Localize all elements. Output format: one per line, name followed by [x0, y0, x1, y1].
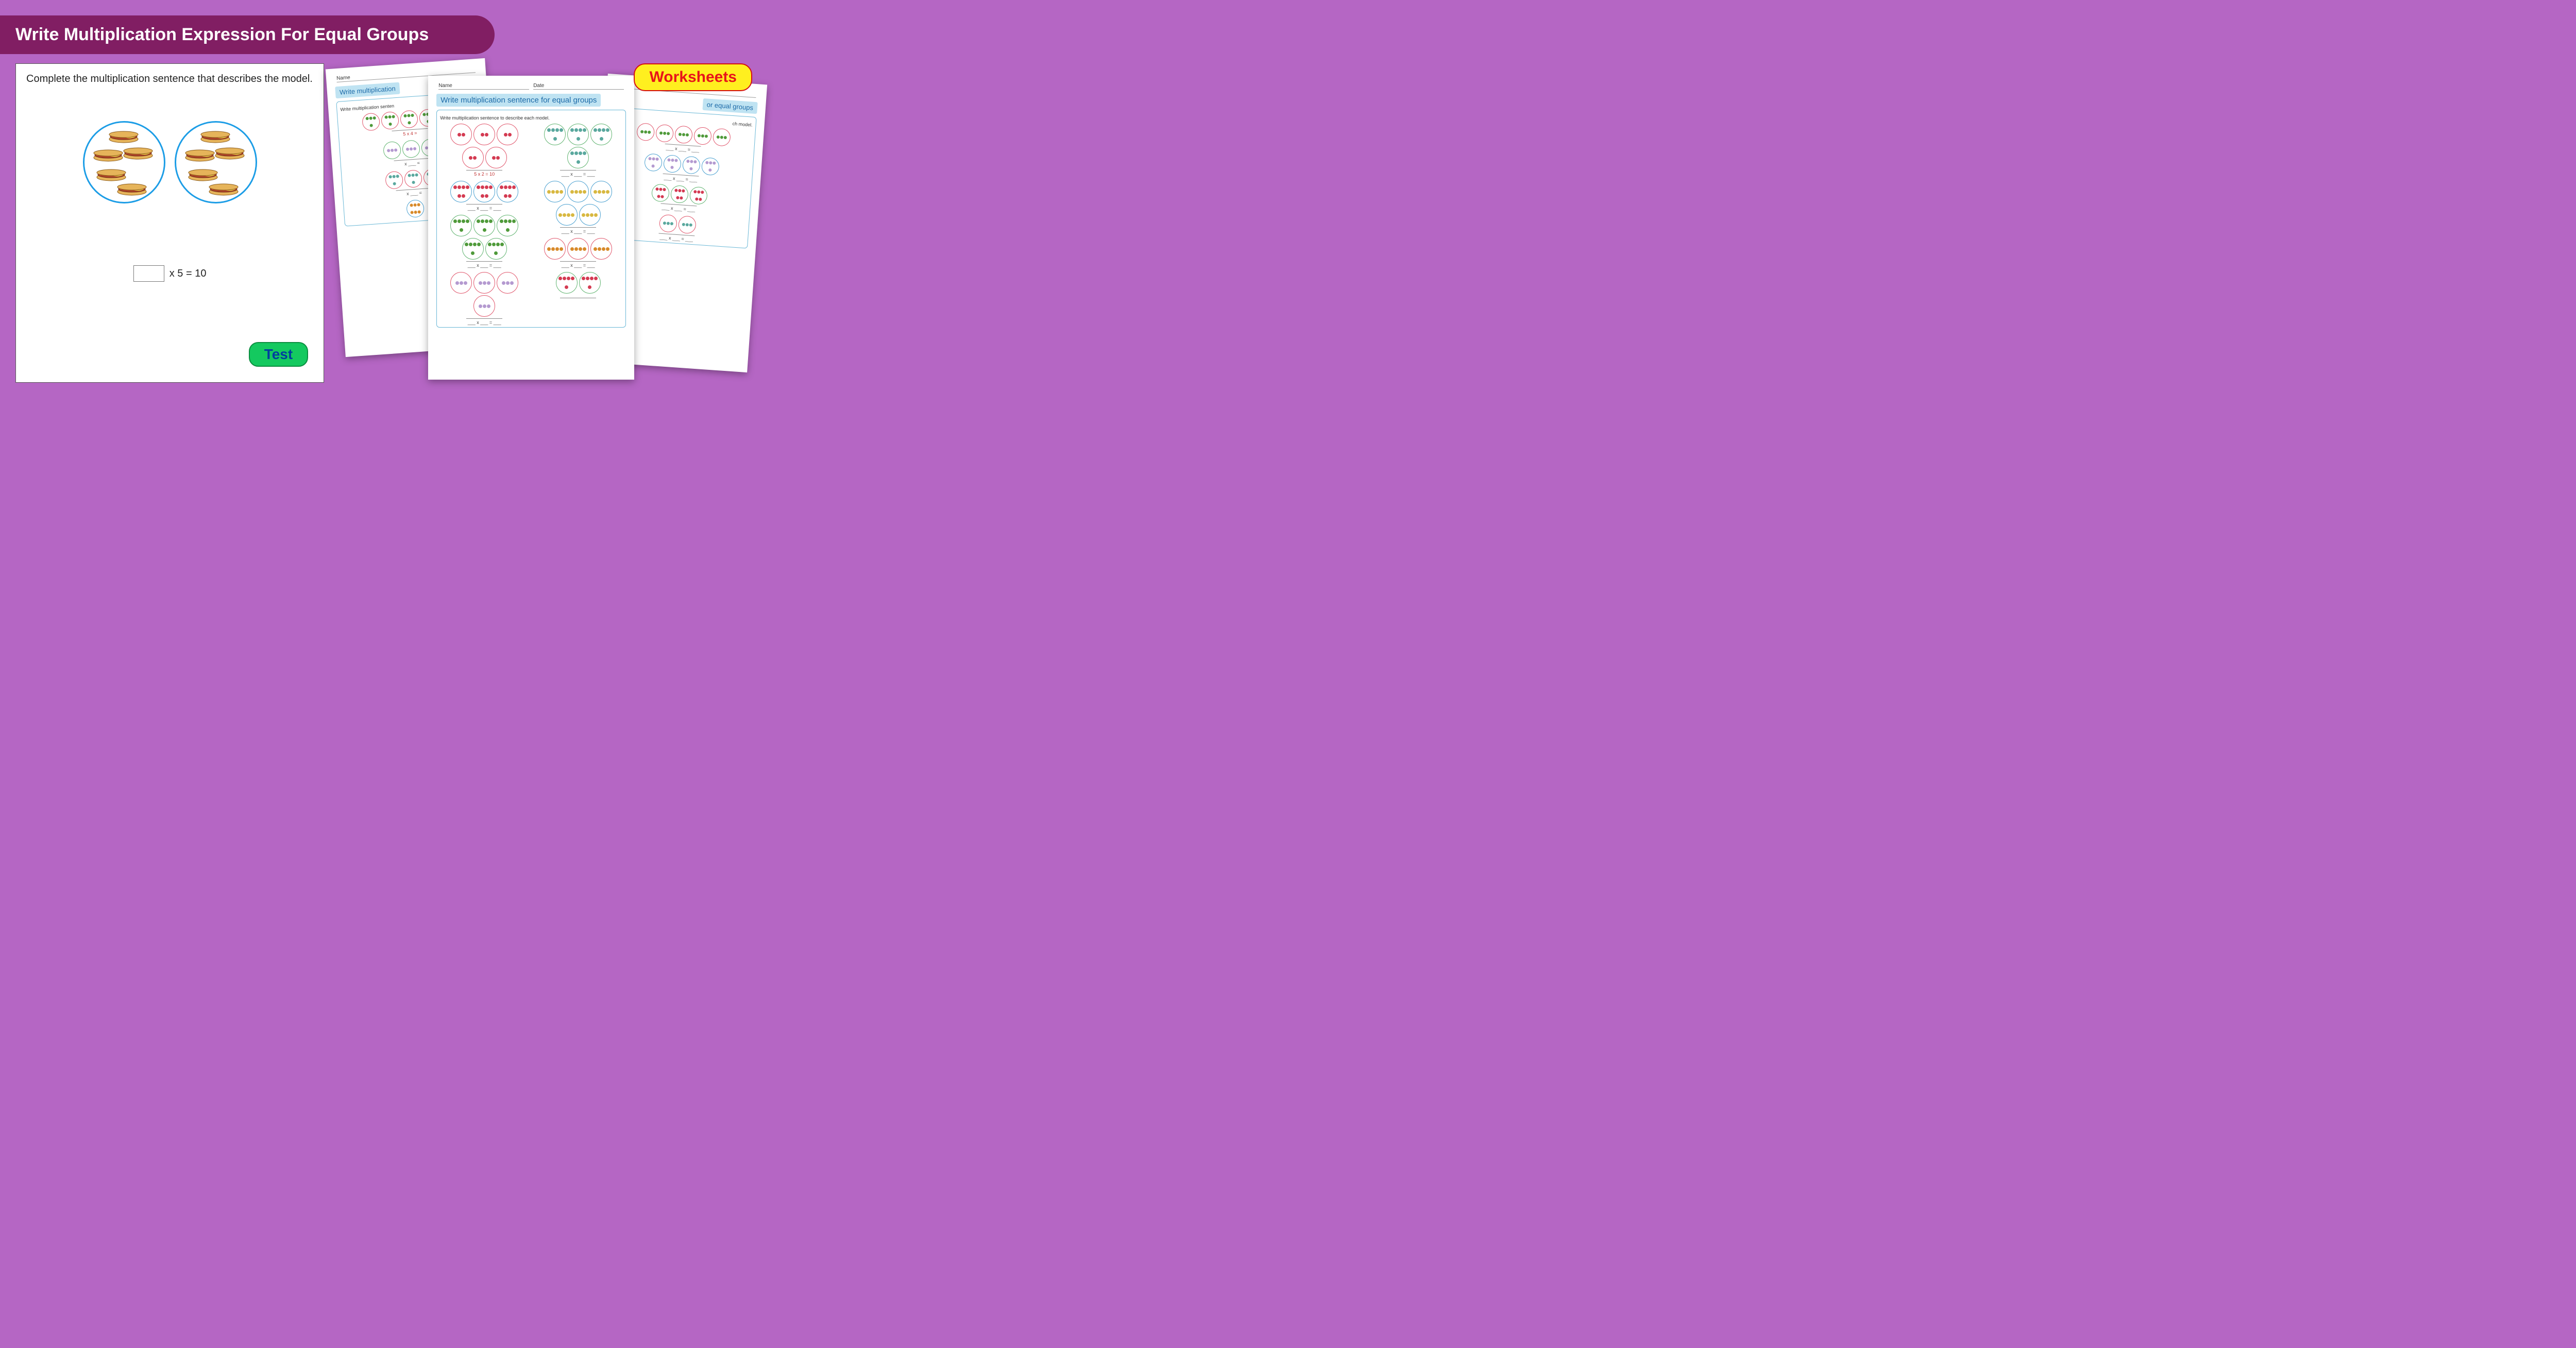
worksheet-problem: ___ x ___ = ___: [440, 181, 529, 211]
answer-line: ___ x ___ = ___: [660, 203, 697, 213]
answer-line: ___ x ___ = ___: [665, 144, 701, 153]
name-field: Name: [438, 83, 529, 90]
answer-line: ___ x ___ = ___: [466, 261, 502, 268]
hotdog-icon: [207, 182, 240, 196]
worksheets-button[interactable]: Worksheets: [634, 63, 752, 91]
worksheet-problem: ___ x ___ = ___: [534, 124, 622, 177]
answer-line: 5 x 4 =: [392, 128, 429, 138]
hotdog-icon: [95, 168, 128, 181]
content-row: Complete the multiplication sentence tha…: [0, 63, 773, 388]
hotdog-icon: [92, 148, 125, 162]
worksheet-title: Write multiplication sentence for equal …: [436, 94, 601, 107]
answer-line: 5 x 2 = 10: [466, 170, 502, 177]
hotdog-icon: [199, 130, 232, 143]
hotdog-icon: [187, 168, 219, 181]
worksheet-title: Write multiplication: [335, 82, 400, 99]
test-panel: Complete the multiplication sentence tha…: [15, 63, 324, 383]
equation-rhs: x 5 = 10: [170, 268, 207, 280]
answer-line: ___ x ___ = ___: [466, 318, 502, 325]
answer-line: ___ x ___ = ___: [663, 174, 699, 183]
worksheet-problem: ___ x ___ = ___: [534, 181, 622, 234]
answer-line: ___ x ___ = ___: [560, 261, 596, 268]
worksheet-subtitle: Write multiplication sentence to describ…: [440, 115, 622, 121]
worksheet-problem: ___ x ___ = ___: [440, 215, 529, 268]
hotdog-icon: [183, 148, 216, 162]
answer-line: ___ x ___ = ___: [658, 233, 695, 243]
hotdog-icon: [213, 146, 246, 160]
answer-line: x ___ =: [394, 158, 431, 167]
group-circle: [175, 121, 257, 203]
worksheet-problem: ___ x ___ = ___: [534, 238, 622, 268]
answer-line: ___ x ___ = ___: [560, 227, 596, 234]
worksheet-problem: ___ x ___ = ___: [615, 121, 752, 156]
worksheet-title: or equal groups: [702, 98, 758, 114]
model-area: [26, 121, 313, 203]
equation-row: x 5 = 10: [26, 265, 313, 282]
hotdog-icon: [115, 182, 148, 196]
answer-line: ___ x ___ = ___: [560, 170, 596, 177]
worksheet-problem: ___ x ___ = ___: [440, 272, 529, 325]
answer-input[interactable]: [133, 265, 164, 282]
hotdog-icon: [122, 146, 155, 160]
page-title: Write Multiplication Expression For Equa…: [0, 15, 495, 54]
group-circle: [83, 121, 165, 203]
worksheet-problem: [534, 272, 622, 300]
worksheet-header: Name Date: [436, 83, 626, 90]
answer-line: [560, 298, 596, 299]
test-button[interactable]: Test: [249, 342, 309, 367]
answer-line: x ___ =: [396, 188, 433, 197]
worksheet-thumb[interactable]: Name Date Write multiplication sentence …: [428, 76, 634, 380]
worksheets-area: Worksheets Name Write multiplication Wri…: [335, 63, 757, 388]
worksheet-problem: 5 x 2 = 10: [440, 124, 529, 177]
date-field: Date: [533, 83, 624, 90]
test-instruction: Complete the multiplication sentence tha…: [26, 73, 313, 85]
answer-line: ___ x ___ = ___: [466, 204, 502, 211]
hotdog-icon: [107, 130, 140, 143]
